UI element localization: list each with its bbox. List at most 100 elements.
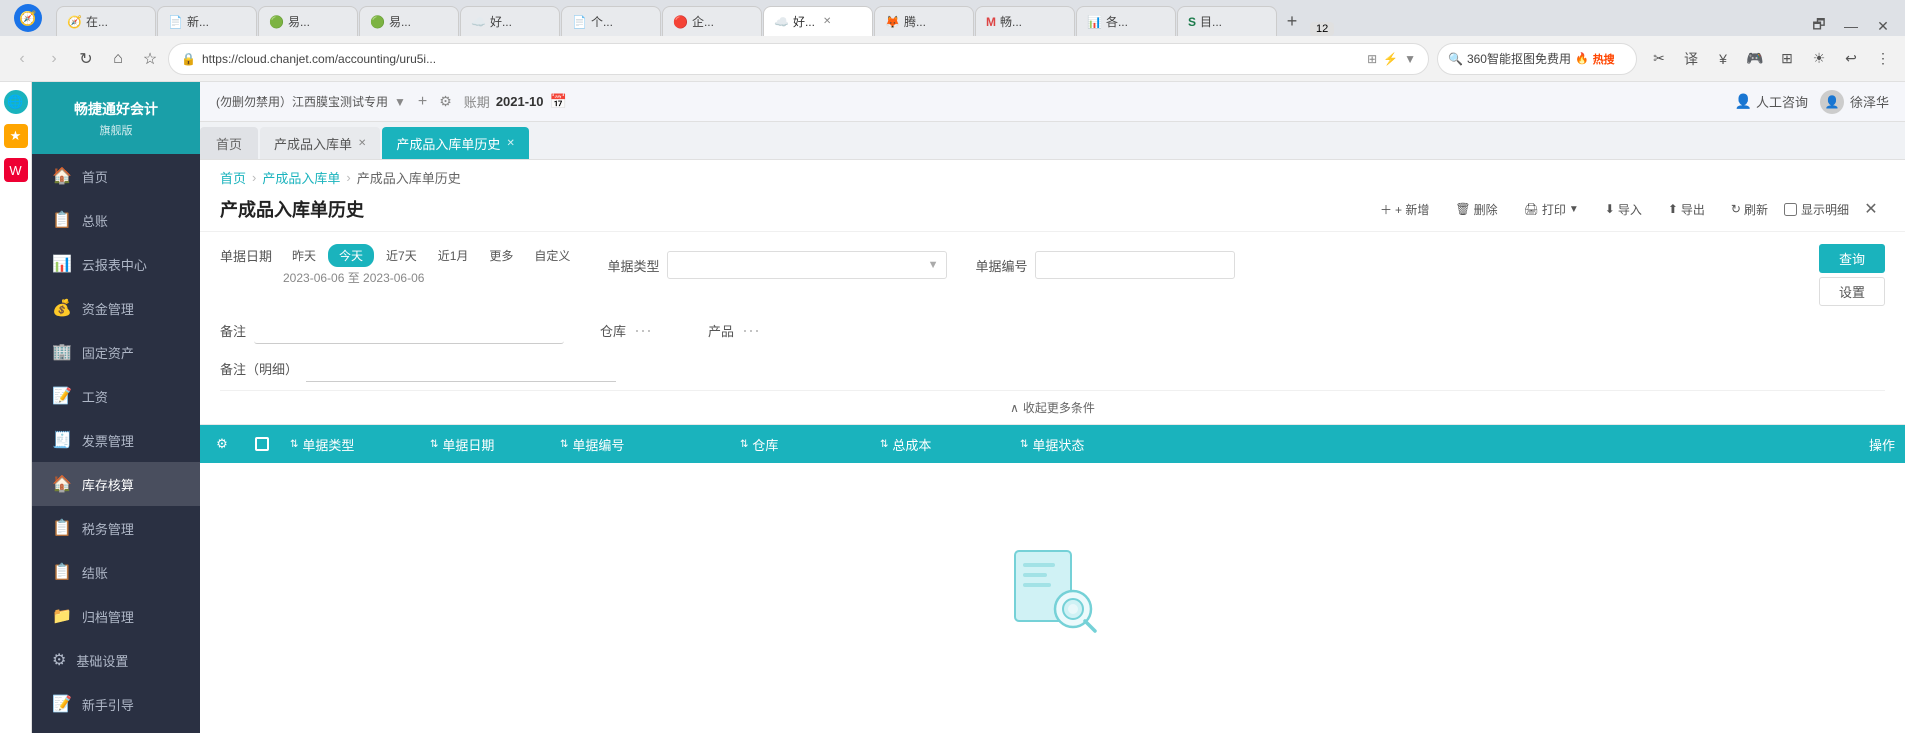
tab-1[interactable]: 🧭 在... [56, 6, 156, 36]
remark-input[interactable] [254, 316, 564, 344]
address-input[interactable]: 🔒 https://cloud.chanjet.com/accounting/u… [168, 43, 1429, 75]
grid-icon[interactable]: ⊞ [1367, 52, 1377, 66]
sun-icon[interactable]: ☀ [1805, 45, 1833, 73]
doc-type-select[interactable]: ▼ [667, 251, 947, 279]
tab-8-close[interactable]: ✕ [823, 16, 831, 27]
content-tab-history-close[interactable]: ✕ [506, 138, 514, 149]
close-window-button[interactable]: ✕ [1869, 16, 1897, 36]
lightning-icon[interactable]: ⚡ [1383, 52, 1398, 66]
gamepad-icon[interactable]: 🎮 [1741, 45, 1769, 73]
sidebar-item-archive[interactable]: 📁 归档管理 [32, 594, 200, 638]
delete-button[interactable]: 🗑 删除 [1445, 195, 1507, 223]
shortcut-more[interactable]: 更多 [480, 244, 522, 267]
scissors-icon[interactable]: ✂ [1645, 45, 1673, 73]
breadcrumb-home[interactable]: 首页 [220, 168, 246, 187]
tab-2[interactable]: 📄 新... [157, 6, 257, 36]
tab-7[interactable]: 🔴 企... [662, 6, 762, 36]
shortcut-1month[interactable]: 近1月 [429, 244, 478, 267]
content-tab-history[interactable]: 产成品入库单历史 ✕ [382, 127, 528, 159]
print-button[interactable]: 🖨 打印 ▼ [1514, 195, 1589, 223]
tab-10[interactable]: M 畅... [975, 6, 1075, 36]
sidebar-item-newentry[interactable]: 📝 新手引导 [32, 682, 200, 726]
consult-button[interactable]: 👤 人工咨询 [1735, 92, 1808, 111]
tab-5[interactable]: ☁️ 好... [460, 6, 560, 36]
home-nav-button[interactable]: ⌂ [104, 45, 132, 73]
add-company-button[interactable]: + [418, 93, 427, 111]
shortcut-today[interactable]: 今天 [328, 244, 374, 267]
shortcut-yesterday[interactable]: 昨天 [283, 244, 325, 267]
content-tab-home[interactable]: 首页 [200, 127, 258, 159]
translate-icon[interactable]: 译 [1677, 45, 1705, 73]
doc-num-input[interactable] [1035, 251, 1235, 279]
company-selector[interactable]: (勿删勿禁用）江西膜宝测试专用 ▼ [216, 93, 406, 110]
content-tab-list[interactable]: 产成品入库单 ✕ [260, 127, 380, 159]
th-warehouse[interactable]: ⇅ 仓库 [730, 435, 870, 454]
th-doc-date[interactable]: ⇅ 单据日期 [420, 435, 550, 454]
import-button[interactable]: ⬇ 导入 [1595, 195, 1652, 223]
tab-12[interactable]: S 目... [1177, 6, 1277, 36]
sidebar-item-reports[interactable]: 📊 云报表中心 [32, 242, 200, 286]
breadcrumb-list[interactable]: 产成品入库单 [262, 168, 340, 187]
new-button[interactable]: ＋ + 新增 [1370, 195, 1439, 223]
minimize-button[interactable]: — [1837, 16, 1865, 36]
refresh-button[interactable]: ↻ 刷新 [1721, 195, 1778, 223]
sidebar-item-home[interactable]: 🏠 首页 [32, 154, 200, 198]
forward-button[interactable]: › [40, 45, 68, 73]
browser-sidebar-icon-1[interactable]: 🌐 [4, 90, 28, 114]
sidebar-item-inventory[interactable]: 🏠 库存核算 [32, 462, 200, 506]
search-box[interactable]: 🔍 360智能抠图免费用 🔥 热搜 [1437, 43, 1637, 75]
th-doc-type[interactable]: ⇅ 单据类型 [280, 435, 420, 454]
shortcut-7days[interactable]: 近7天 [377, 244, 426, 267]
sidebar-item-funds[interactable]: 💰 资金管理 [32, 286, 200, 330]
shortcut-custom[interactable]: 自定义 [525, 244, 579, 267]
bookmark-button[interactable]: ☆ [136, 45, 164, 73]
sidebar-item-closing[interactable]: 📋 结账 [32, 550, 200, 594]
show-detail-checkbox[interactable]: 显示明细 [1784, 201, 1849, 218]
th-settings[interactable]: ⚙ [200, 436, 244, 452]
refresh-nav-button[interactable]: ↻ [72, 45, 100, 73]
tab-8[interactable]: ☁️ 好... ✕ [763, 6, 873, 36]
back-button[interactable]: ‹ [8, 45, 36, 73]
sidebar-item-payroll[interactable]: 📝 工资 [32, 374, 200, 418]
user-area[interactable]: 👤 徐泽华 [1820, 90, 1889, 114]
collapse-button[interactable]: ∧ 收起更多条件 [1002, 395, 1103, 420]
th-checkbox[interactable] [244, 437, 280, 451]
setting-button[interactable]: 设置 [1819, 277, 1885, 306]
more-icon[interactable]: ⋮ [1869, 45, 1897, 73]
undo-icon[interactable]: ↩ [1837, 45, 1865, 73]
tab-11[interactable]: 📊 各... [1076, 6, 1176, 36]
tab-3[interactable]: 🟢 易... [258, 6, 358, 36]
show-detail-input[interactable] [1784, 203, 1797, 216]
content-tab-list-close[interactable]: ✕ [358, 138, 366, 149]
header-checkbox[interactable] [255, 437, 269, 451]
tab-6[interactable]: 📄 个... [561, 6, 661, 36]
export-button[interactable]: ⬆ 导出 [1658, 195, 1715, 223]
sidebar-header[interactable]: 畅捷通好会计 旗舰版 [32, 82, 200, 154]
page-close-button[interactable]: ✕ [1857, 195, 1885, 223]
calendar-icon[interactable]: 📅 [550, 93, 567, 110]
sidebar-item-ledger[interactable]: 📋 总账 [32, 198, 200, 242]
product-dots[interactable]: ··· [742, 320, 760, 341]
detail-remark-input[interactable] [306, 354, 616, 382]
tab-add-button[interactable]: + [1278, 6, 1306, 36]
browser-sidebar-icon-3[interactable]: W [4, 158, 28, 182]
settings-button[interactable]: ⚙ [439, 93, 452, 110]
sidebar-item-assets[interactable]: 🏢 固定资产 [32, 330, 200, 374]
query-button[interactable]: 查询 [1819, 244, 1885, 273]
yuan-icon[interactable]: ¥ [1709, 45, 1737, 73]
sidebar-item-basic[interactable]: ⚙ 基础设置 [32, 638, 200, 682]
warehouse-dots[interactable]: ··· [634, 320, 652, 341]
browser-back-icon[interactable]: 🧭 [14, 4, 42, 32]
tab-4[interactable]: 🟢 易... [359, 6, 459, 36]
tab-9[interactable]: 🦊 腾... [874, 6, 974, 36]
th-total-cost[interactable]: ⇅ 总成本 [870, 435, 1010, 454]
th-doc-status[interactable]: ⇅ 单据状态 [1010, 435, 1170, 454]
restore-button[interactable]: 🗗 [1805, 16, 1833, 36]
dropdown-arrow-icon[interactable]: ▼ [1404, 52, 1416, 66]
sidebar-item-tax[interactable]: 📋 税务管理 [32, 506, 200, 550]
empty-search-icon [1005, 543, 1101, 656]
th-doc-num[interactable]: ⇅ 单据编号 [550, 435, 730, 454]
sidebar-item-invoice[interactable]: 🧾 发票管理 [32, 418, 200, 462]
browser-sidebar-icon-2[interactable]: ★ [4, 124, 28, 148]
grid-view-icon[interactable]: ⊞ [1773, 45, 1801, 73]
